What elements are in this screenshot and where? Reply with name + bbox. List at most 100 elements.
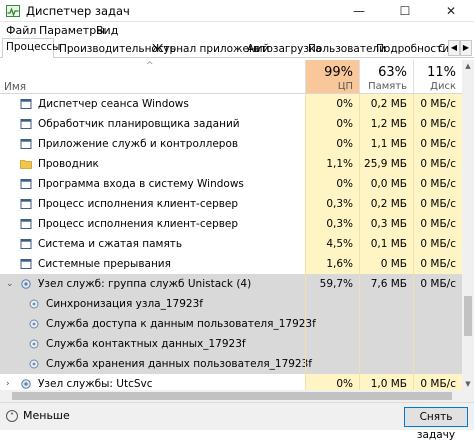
fewer-details-label: Меньше [23, 409, 70, 422]
disk-cell [413, 354, 462, 374]
cpu-cell: 0% [305, 94, 359, 114]
tab-strip: Процессы Производительность Журнал прило… [0, 38, 474, 58]
vertical-scrollbar[interactable]: ▲ ▼ [462, 60, 474, 390]
memory-cell: 7,6 МБ [359, 274, 413, 294]
cpu-cell [305, 314, 359, 334]
process-name: Процесс исполнения клиент-сервер [38, 218, 239, 230]
tab-startup[interactable]: Автозагрузка [243, 40, 322, 58]
menu-file[interactable]: Файл [6, 24, 36, 37]
memory-cell [359, 334, 413, 354]
process-row[interactable]: Обработчик планировщика заданий 0% 1,2 МБ 0… [0, 114, 462, 134]
window-icon [20, 198, 32, 210]
maximize-button[interactable]: ☐ [382, 0, 428, 22]
window-icon [20, 118, 32, 130]
memory-cell: 0,1 МБ [359, 234, 413, 254]
memory-cell: 0,0 МБ [359, 174, 413, 194]
disk-column-label: Диск [430, 81, 456, 92]
memory-cell: 1,1 МБ [359, 134, 413, 154]
process-row[interactable]: Процесс исполнения клиент-сервер 0,3% 0,2 … [0, 194, 462, 214]
scroll-down-arrow-icon[interactable]: ▼ [462, 378, 474, 390]
service-icon [28, 318, 40, 330]
process-name: Служба доступа к данным пользователя_179… [46, 318, 316, 330]
memory-cell [359, 354, 413, 374]
service-row[interactable]: Служба доступа к данным пользователя_179… [0, 314, 462, 334]
memory-total-percent: 63% [378, 65, 407, 80]
menu-options[interactable]: Параметры [39, 24, 105, 37]
process-name: Проводник [38, 158, 99, 170]
process-name: Узел службы: UtcSvc [38, 378, 153, 390]
horizontal-scrollbar[interactable] [0, 390, 474, 402]
service-row[interactable]: Синхронизация узла_17923f [0, 294, 462, 314]
disk-cell: 0 МБ/с [413, 214, 462, 234]
process-list: Диспетчер сеанса Windows 0% 0,2 МБ 0 МБ/с Об… [0, 94, 462, 390]
process-row[interactable]: Приложение служб и контроллеров 0% 1,1 МБ 0… [0, 134, 462, 154]
process-row[interactable]: Программа входа в систему Windows 0% 0,0 М… [0, 174, 462, 194]
memory-cell [359, 314, 413, 334]
gear-icon [20, 378, 32, 390]
disk-cell: 0 МБ/с [413, 374, 462, 390]
disk-cell: 0 МБ/с [413, 174, 462, 194]
disk-cell: 0 МБ/с [413, 234, 462, 254]
collapsed-chevron-icon[interactable]: › [6, 374, 10, 390]
process-name: Системные прерывания [38, 258, 171, 270]
cpu-cell: 0,3% [305, 194, 359, 214]
cpu-cell: 0% [305, 174, 359, 194]
column-cpu-header[interactable]: 99% ЦП [305, 60, 359, 93]
memory-cell [359, 294, 413, 314]
tab-app-history[interactable]: Журнал приложений [148, 40, 269, 58]
cpu-cell: 0% [305, 374, 359, 390]
process-row[interactable]: › Узел службы: UtcSvc 0% 1,0 МБ 0 МБ/с [0, 374, 462, 390]
tab-processes[interactable]: Процессы [2, 38, 60, 58]
column-name-header[interactable]: Имя [4, 81, 26, 93]
disk-cell: 0 МБ/с [413, 134, 462, 154]
service-row[interactable]: Служба хранения данных пользователя_1792… [0, 354, 462, 374]
vertical-scroll-thumb[interactable] [464, 296, 472, 336]
memory-cell: 0,3 МБ [359, 214, 413, 234]
column-memory-header[interactable]: 63% Память [359, 60, 413, 93]
memory-cell: 1,0 МБ [359, 374, 413, 390]
cpu-cell: 0% [305, 114, 359, 134]
menu-view[interactable]: Вид [96, 24, 118, 37]
expanded-chevron-icon[interactable]: ⌄ [6, 274, 14, 294]
cpu-column-label: ЦП [337, 81, 353, 92]
process-name: Приложение служб и контроллеров [38, 138, 239, 150]
memory-column-label: Память [368, 81, 407, 92]
memory-cell: 0 МБ [359, 254, 413, 274]
process-row[interactable]: ⌄ Узел служб: группа служб Unistack (4) 59… [0, 274, 462, 294]
process-row[interactable]: Диспетчер сеанса Windows 0% 0,2 МБ 0 МБ/с [0, 94, 462, 114]
window-icon [20, 178, 32, 190]
tab-performance[interactable]: Производительность [55, 40, 176, 58]
tab-scroll-left-button[interactable]: ◀ [448, 40, 460, 56]
cpu-cell [305, 294, 359, 314]
memory-cell: 1,2 МБ [359, 114, 413, 134]
process-row[interactable]: Проводник 1,1% 25,9 МБ 0 МБ/с [0, 154, 462, 174]
service-row[interactable]: Служба контактных данных_17923f [0, 334, 462, 354]
process-name: Служба контактных данных_17923f [46, 338, 246, 350]
cpu-cell: 0% [305, 134, 359, 154]
process-name: Диспетчер сеанса Windows [38, 98, 189, 110]
gear-icon [20, 278, 32, 290]
close-button[interactable]: ✕ [428, 0, 474, 22]
process-name: Обработчик планировщика заданий [38, 118, 240, 130]
process-row[interactable]: Система и сжатая память 4,5% 0,1 МБ 0 МБ/с [0, 234, 462, 254]
tab-users[interactable]: Пользователи [304, 40, 386, 58]
cpu-cell [305, 354, 359, 374]
column-disk-header[interactable]: 11% Диск [413, 60, 462, 93]
minimize-button[interactable]: — [336, 0, 382, 22]
fewer-details-button[interactable]: ˄ Меньше [6, 409, 70, 422]
process-name: Система и сжатая память [38, 238, 183, 250]
process-row[interactable]: Процесс исполнения клиент-сервер 0,3% 0,3 … [0, 214, 462, 234]
scroll-up-arrow-icon[interactable]: ▲ [462, 60, 474, 72]
folder-icon [20, 158, 32, 170]
disk-cell: 0 МБ/с [413, 114, 462, 134]
disk-cell [413, 294, 462, 314]
tab-details[interactable]: Подробности [372, 40, 449, 58]
end-task-button[interactable]: Снять задачу [404, 407, 468, 441]
horizontal-scroll-thumb[interactable] [12, 392, 452, 400]
memory-cell: 25,9 МБ [359, 154, 413, 174]
process-row[interactable]: Системные прерывания 1,6% 0 МБ 0 МБ/с [0, 254, 462, 274]
tab-services[interactable]: С [434, 40, 448, 58]
tab-scroll-right-button[interactable]: ▶ [460, 40, 472, 56]
disk-cell: 0 МБ/с [413, 194, 462, 214]
title-bar: Диспетчер задач — ☐ ✕ [0, 0, 474, 22]
